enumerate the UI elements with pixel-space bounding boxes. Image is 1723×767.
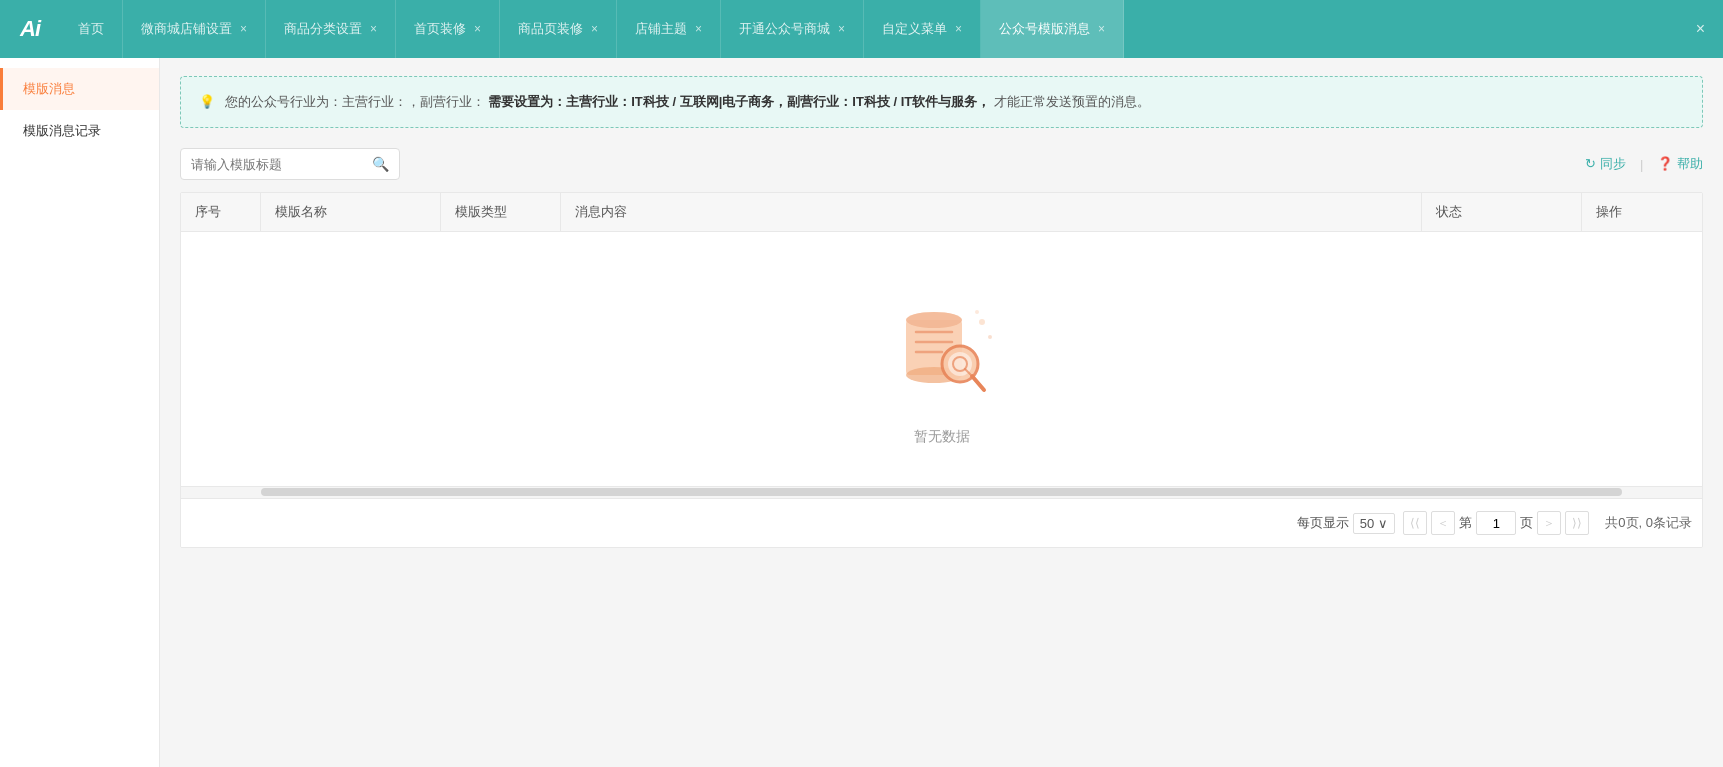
tab-bar: Ai 首页 微商城店铺设置 × 商品分类设置 × 首页装修 × 商品页装修 × …: [0, 0, 1723, 58]
per-page-label: 每页显示: [1297, 514, 1349, 532]
svg-point-12: [979, 319, 985, 325]
sidebar-item-template-record-label: 模版消息记录: [23, 123, 101, 138]
table-container: 序号 模版名称 模版类型 消息内容 状态 操作: [180, 192, 1703, 548]
per-page-select: 每页显示 50 ∨: [1297, 513, 1395, 534]
tab-home-decor-label: 首页装修: [414, 20, 466, 38]
tab-open-mall[interactable]: 开通公众号商城 ×: [721, 0, 864, 58]
sync-button[interactable]: ↻ 同步: [1585, 155, 1626, 173]
content-area: 💡 您的公众号行业为：主营行业：，副营行业： 需要设置为：主营行业：IT科技 /…: [160, 58, 1723, 767]
tab-home-decor-close[interactable]: ×: [474, 23, 481, 35]
sync-icon: ↻: [1585, 156, 1596, 171]
scroll-track[interactable]: [261, 488, 1622, 496]
th-index: 序号: [181, 193, 261, 231]
empty-text: 暂无数据: [914, 428, 970, 446]
empty-illustration: [882, 292, 1002, 412]
svg-point-3: [906, 312, 962, 328]
empty-state: 暂无数据: [181, 232, 1702, 486]
tab-wechat-shop-close[interactable]: ×: [240, 23, 247, 35]
search-input[interactable]: [191, 157, 372, 172]
tab-template-msg-close[interactable]: ×: [1098, 23, 1105, 35]
tab-home-label: 首页: [78, 20, 104, 38]
tab-category-label: 商品分类设置: [284, 20, 362, 38]
tab-home-decor[interactable]: 首页装修 ×: [396, 0, 500, 58]
tab-open-mall-label: 开通公众号商城: [739, 20, 830, 38]
toolbar-divider: |: [1640, 157, 1643, 172]
tab-template-msg[interactable]: 公众号模版消息 ×: [981, 0, 1124, 58]
tab-wechat-shop[interactable]: 微商城店铺设置 ×: [123, 0, 266, 58]
tab-home[interactable]: 首页: [60, 0, 123, 58]
search-icon[interactable]: 🔍: [372, 156, 389, 172]
first-page-button[interactable]: ⟨⟨: [1403, 511, 1427, 535]
tab-custom-menu[interactable]: 自定义菜单 ×: [864, 0, 981, 58]
pagination-area: 每页显示 50 ∨ ⟨⟨ ＜ 第 页 ＞ ⟩⟩ 共0页, 0条记录: [181, 498, 1702, 547]
help-icon: ❓: [1657, 156, 1673, 171]
th-status: 状态: [1422, 193, 1582, 231]
total-info: 共0页, 0条记录: [1605, 514, 1692, 532]
tab-wechat-shop-label: 微商城店铺设置: [141, 20, 232, 38]
svg-point-13: [988, 335, 992, 339]
notice-prefix: 您的公众号行业为：主营行业：，副营行业：: [225, 94, 485, 109]
help-button[interactable]: ❓ 帮助: [1657, 155, 1703, 173]
tab-shop-theme[interactable]: 店铺主题 ×: [617, 0, 721, 58]
toolbar-right: ↻ 同步 | ❓ 帮助: [1585, 155, 1703, 173]
per-page-dropdown[interactable]: 50 ∨: [1353, 513, 1395, 534]
tab-shop-theme-close[interactable]: ×: [695, 23, 702, 35]
notice-highlight: 需要设置为：主营行业：IT科技 / 互联网|电子商务，副营行业：IT科技 / I…: [488, 94, 990, 109]
search-box[interactable]: 🔍: [180, 148, 400, 180]
tab-category[interactable]: 商品分类设置 ×: [266, 0, 396, 58]
tab-product-decor-close[interactable]: ×: [591, 23, 598, 35]
tab-custom-menu-close[interactable]: ×: [955, 23, 962, 35]
th-type: 模版类型: [441, 193, 561, 231]
notice-suffix: 才能正常发送预置的消息。: [994, 94, 1150, 109]
tab-product-decor-label: 商品页装修: [518, 20, 583, 38]
chevron-down-icon: ∨: [1378, 516, 1388, 531]
help-label: 帮助: [1677, 156, 1703, 171]
tab-template-msg-label: 公众号模版消息: [999, 20, 1090, 38]
sidebar-item-template-msg-label: 模版消息: [23, 81, 75, 96]
sidebar: 模版消息 模版消息记录: [0, 58, 160, 767]
svg-point-14: [975, 310, 979, 314]
tab-shop-theme-label: 店铺主题: [635, 20, 687, 38]
notice-icon: 💡: [199, 94, 215, 109]
th-content: 消息内容: [561, 193, 1422, 231]
next-page-button[interactable]: ＞: [1537, 511, 1561, 535]
sync-label: 同步: [1600, 156, 1626, 171]
page-label: 第: [1459, 514, 1472, 532]
notice-box: 💡 您的公众号行业为：主营行业：，副营行业： 需要设置为：主营行业：IT科技 /…: [180, 76, 1703, 128]
table-header: 序号 模版名称 模版类型 消息内容 状态 操作: [181, 193, 1702, 232]
svg-line-9: [972, 376, 984, 390]
toolbar: 🔍 ↻ 同步 | ❓ 帮助: [180, 148, 1703, 180]
close-all-button[interactable]: ×: [1678, 20, 1723, 38]
app-logo: Ai: [0, 16, 60, 42]
tab-open-mall-close[interactable]: ×: [838, 23, 845, 35]
page-unit: 页: [1520, 514, 1533, 532]
th-action: 操作: [1582, 193, 1702, 231]
sidebar-item-template-record[interactable]: 模版消息记录: [0, 110, 159, 152]
page-input[interactable]: [1476, 511, 1516, 535]
tab-custom-menu-label: 自定义菜单: [882, 20, 947, 38]
per-page-value: 50: [1360, 516, 1374, 531]
th-name: 模版名称: [261, 193, 441, 231]
scrollbar-area[interactable]: [181, 486, 1702, 498]
page-nav: ⟨⟨ ＜ 第 页 ＞ ⟩⟩: [1403, 511, 1589, 535]
tab-category-close[interactable]: ×: [370, 23, 377, 35]
last-page-button[interactable]: ⟩⟩: [1565, 511, 1589, 535]
prev-page-button[interactable]: ＜: [1431, 511, 1455, 535]
main-layout: 模版消息 模版消息记录 💡 您的公众号行业为：主营行业：，副营行业： 需要设置为…: [0, 58, 1723, 767]
sidebar-item-template-msg[interactable]: 模版消息: [0, 68, 159, 110]
tab-product-decor[interactable]: 商品页装修 ×: [500, 0, 617, 58]
